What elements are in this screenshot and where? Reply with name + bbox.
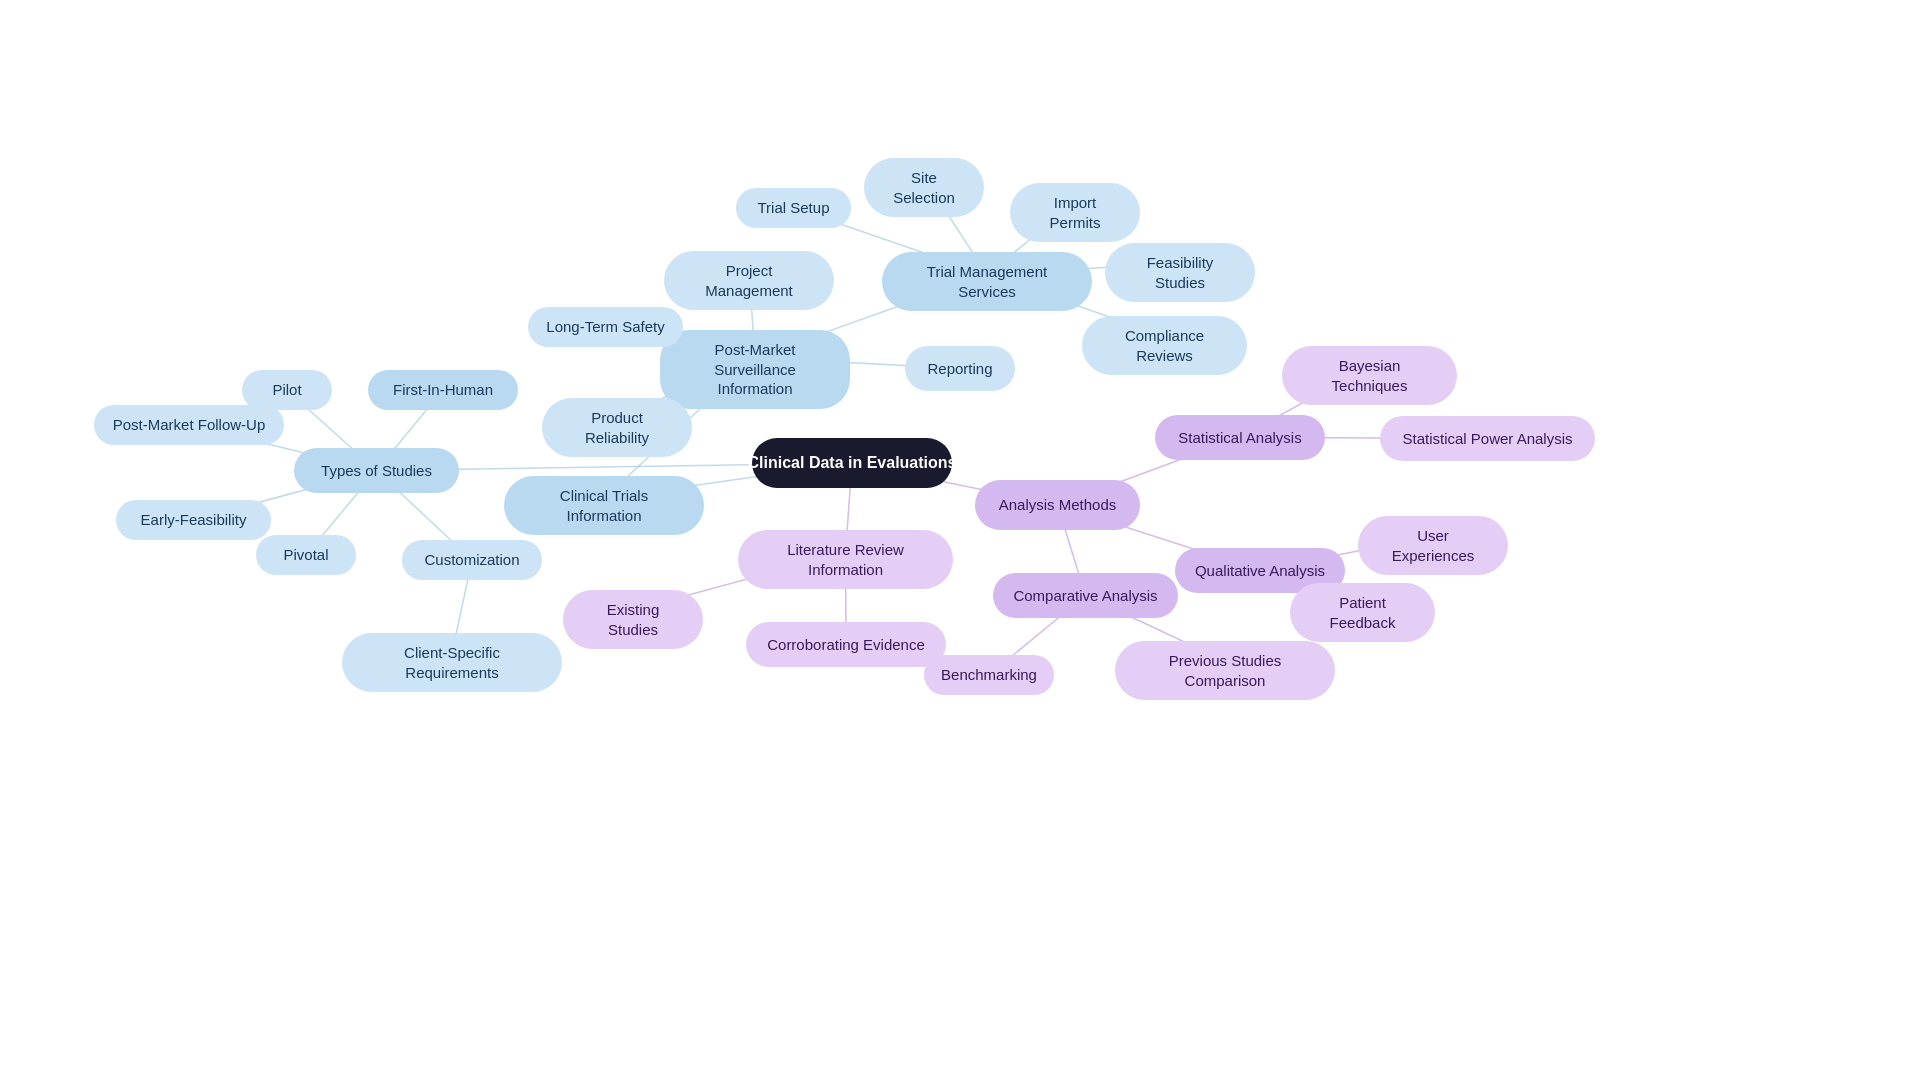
svg-line-21 — [633, 553, 846, 611]
svg-line-0 — [377, 463, 853, 471]
svg-line-1 — [287, 390, 377, 471]
svg-line-16 — [987, 263, 1180, 275]
svg-line-25 — [1240, 366, 1370, 438]
svg-line-9 — [604, 358, 755, 499]
svg-line-2 — [377, 390, 444, 471]
svg-line-13 — [794, 208, 988, 275]
svg-line-32 — [1086, 596, 1226, 662]
svg-line-11 — [617, 358, 755, 419]
svg-line-14 — [924, 178, 987, 275]
svg-line-23 — [852, 463, 1058, 505]
svg-line-5 — [306, 471, 377, 556]
svg-line-18 — [749, 271, 755, 358]
svg-line-10 — [606, 327, 756, 358]
svg-line-31 — [989, 596, 1086, 676]
svg-line-8 — [604, 463, 852, 499]
svg-line-17 — [987, 275, 1165, 337]
svg-line-29 — [1260, 571, 1363, 604]
svg-line-7 — [452, 560, 472, 653]
svg-line-15 — [987, 203, 1075, 275]
svg-line-28 — [1260, 536, 1433, 571]
mindmap-svg — [0, 0, 1920, 1083]
svg-line-20 — [846, 463, 853, 553]
svg-line-19 — [755, 358, 960, 369]
svg-line-27 — [1058, 505, 1261, 571]
svg-line-22 — [846, 553, 847, 645]
svg-line-24 — [1058, 438, 1241, 506]
svg-line-6 — [377, 471, 473, 561]
svg-line-30 — [1058, 505, 1086, 596]
connections-layer — [189, 178, 1488, 675]
svg-line-12 — [755, 275, 987, 358]
svg-line-26 — [1240, 438, 1488, 439]
svg-line-3 — [189, 425, 377, 471]
svg-line-4 — [194, 471, 377, 521]
